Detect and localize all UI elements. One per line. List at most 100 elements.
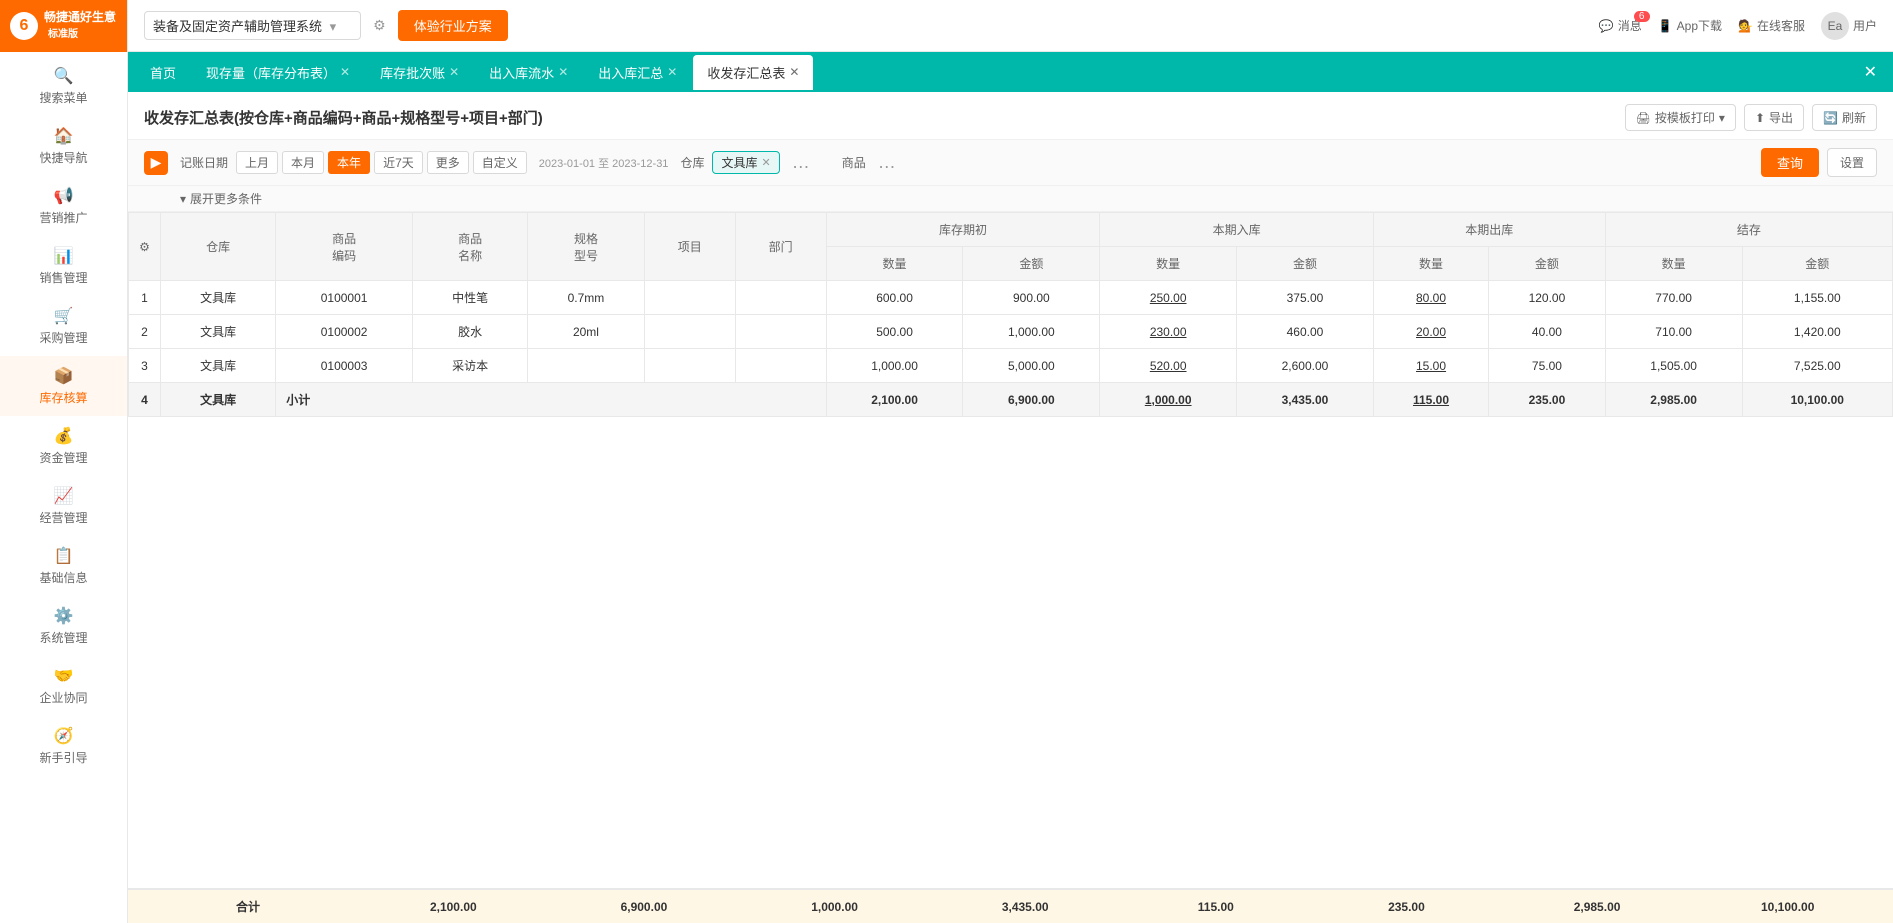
subtotal-in-amt: 3,435.00 — [1237, 383, 1374, 417]
tab-home-label: 首页 — [150, 63, 176, 82]
sidebar-item-label: 搜索菜单 — [39, 89, 87, 106]
tab-batch[interactable]: 库存批次账 ✕ — [366, 55, 473, 90]
try-btn[interactable]: 体验行业方案 — [398, 10, 508, 41]
avatar: Ea — [1821, 12, 1849, 40]
row1-in-qty[interactable]: 250.00 — [1100, 281, 1237, 315]
query-btn[interactable]: 查询 — [1761, 148, 1819, 177]
sidebar-item-label: 销售管理 — [39, 269, 87, 286]
tab-inout-summary[interactable]: 出入库汇总 ✕ — [584, 55, 691, 90]
footer-cells: 2,100.00 6,900.00 1,000.00 3,435.00 115.… — [358, 900, 1883, 914]
date-btn-this-month[interactable]: 本月 — [282, 151, 324, 174]
print-btn[interactable]: 🖨 按模板打印 ▾ — [1625, 104, 1736, 131]
tab-inout-flow[interactable]: 出入库流水 ✕ — [475, 55, 582, 90]
row2-spec: 20ml — [528, 315, 645, 349]
sidebar-item-system[interactable]: ⚙️ 系统管理 — [0, 596, 127, 656]
logo-text: 畅捷通好生意 标准版 — [44, 9, 116, 44]
goods-more[interactable]: … — [874, 152, 900, 173]
subtotal-out-qty[interactable]: 115.00 — [1373, 383, 1488, 417]
row3-balance-amt: 7,525.00 — [1742, 349, 1892, 383]
th-balance: 结存 — [1605, 213, 1892, 247]
message-btn[interactable]: 💬 消息 6 — [1599, 17, 1642, 34]
marketing-icon: 📢 — [54, 186, 74, 206]
refresh-btn[interactable]: 🔄 刷新 — [1812, 104, 1877, 131]
sidebar-item-finance[interactable]: 💰 资金管理 — [0, 416, 127, 476]
system-name: 装备及固定资产辅助管理系统 — [153, 19, 322, 34]
row1-out-qty[interactable]: 80.00 — [1373, 281, 1488, 315]
subtotal-label: 小计 — [276, 383, 826, 417]
tab-close-receive-summary[interactable]: ✕ — [789, 65, 799, 79]
row1-in-amt: 375.00 — [1237, 281, 1374, 315]
row1-opening-amt: 900.00 — [963, 281, 1100, 315]
th-out-amt: 金额 — [1489, 247, 1606, 281]
page-title: 收发存汇总表(按仓库+商品编码+商品+规格型号+项目+部门) — [144, 107, 543, 128]
date-btn-7days[interactable]: 近7天 — [374, 151, 423, 174]
sidebar-item-quicknav[interactable]: 🏠 快捷导航 — [0, 116, 127, 176]
th-settings[interactable]: ⚙ — [129, 213, 161, 281]
subtotal-row: 4 文具库 小计 2,100.00 6,900.00 1,000.00 3,43… — [129, 383, 1893, 417]
table-header-group: ⚙ 仓库 商品编码 商品名称 规格型号 项目 部门 库存期初 本期入库 本期出库… — [129, 213, 1893, 247]
chevron-down-icon: ▾ — [1719, 111, 1725, 125]
tab-bar-close[interactable]: ✕ — [1856, 62, 1885, 82]
table-row: 3 文具库 0100003 采访本 1,000.00 5,000.00 520.… — [129, 349, 1893, 383]
row2-opening-amt: 1,000.00 — [963, 315, 1100, 349]
subtotal-in-qty[interactable]: 1,000.00 — [1100, 383, 1237, 417]
tab-close-batch[interactable]: ✕ — [449, 65, 459, 79]
sidebar-item-inventory[interactable]: 📦 库存核算 — [0, 356, 127, 416]
row3-warehouse: 文具库 — [161, 349, 276, 383]
warehouse-more[interactable]: … — [788, 152, 814, 173]
guide-icon: 🧭 — [54, 726, 74, 746]
row3-balance-qty: 1,505.00 — [1605, 349, 1742, 383]
row1-project — [644, 281, 735, 315]
tab-close-inout-summary[interactable]: ✕ — [667, 65, 677, 79]
date-btn-more[interactable]: 更多 — [427, 151, 469, 174]
subtotal-balance-qty: 2,985.00 — [1605, 383, 1742, 417]
row3-dept — [735, 349, 826, 383]
sidebar-item-basicinfo[interactable]: 📋 基础信息 — [0, 536, 127, 596]
filter-collapse-btn[interactable]: ▶ — [144, 151, 168, 175]
expand-btn[interactable]: ▾ 展开更多条件 — [180, 190, 262, 207]
th-goods-code: 商品编码 — [276, 213, 413, 281]
user-btn[interactable]: Ea 用户 — [1821, 12, 1877, 40]
tab-receive-summary[interactable]: 收发存汇总表 ✕ — [693, 55, 813, 90]
set-btn[interactable]: 设置 — [1827, 148, 1877, 177]
table-row: 1 文具库 0100001 中性笔 0.7mm 600.00 900.00 25… — [129, 281, 1893, 315]
export-btn[interactable]: ⬆ 导出 — [1744, 104, 1804, 131]
date-btn-this-year[interactable]: 本年 — [328, 151, 370, 174]
print-icon: 🖨 — [1636, 111, 1651, 125]
sales-icon: 📊 — [54, 246, 74, 266]
row2-in-qty[interactable]: 230.00 — [1100, 315, 1237, 349]
tab-close-inout-flow[interactable]: ✕ — [558, 65, 568, 79]
row3-out-qty[interactable]: 15.00 — [1373, 349, 1488, 383]
online-service-btn[interactable]: 💁 在线客服 — [1738, 17, 1805, 34]
date-btn-custom[interactable]: 自定义 — [473, 151, 527, 174]
footer-opening-qty: 2,100.00 — [358, 900, 549, 914]
sidebar-item-guide[interactable]: 🧭 新手引导 — [0, 716, 127, 776]
tab-home[interactable]: 首页 — [136, 55, 190, 90]
row1-name: 中性笔 — [413, 281, 528, 315]
sidebar-item-collab[interactable]: 🤝 企业协同 — [0, 656, 127, 716]
tab-close-stock-dist[interactable]: ✕ — [340, 65, 350, 79]
content-area: 收发存汇总表(按仓库+商品编码+商品+规格型号+项目+部门) 🖨 按模板打印 ▾… — [128, 92, 1893, 888]
app-download-btn[interactable]: 📱 App下载 — [1658, 17, 1722, 34]
sidebar-item-operations[interactable]: 📈 经营管理 — [0, 476, 127, 536]
system-select[interactable]: 装备及固定资产辅助管理系统 ▾ — [144, 11, 361, 40]
sidebar-item-sales[interactable]: 📊 销售管理 — [0, 236, 127, 296]
warehouse-tag-remove[interactable]: ✕ — [761, 156, 770, 169]
system-icon: ⚙️ — [54, 606, 74, 626]
sidebar-item-marketing[interactable]: 📢 营销推广 — [0, 176, 127, 236]
sidebar-logo: 6 畅捷通好生意 标准版 — [0, 0, 127, 52]
row2-out-qty[interactable]: 20.00 — [1373, 315, 1488, 349]
filter-date-group: 记账日期 上月 本月 本年 近7天 更多 自定义 2023-01-01 至 20… — [180, 151, 668, 174]
sidebar-item-purchase[interactable]: 🛒 采购管理 — [0, 296, 127, 356]
settings-btn[interactable]: ⚙ — [373, 17, 386, 34]
date-btn-prev-month[interactable]: 上月 — [236, 151, 278, 174]
sidebar-item-search[interactable]: 🔍 搜索菜单 — [0, 56, 127, 116]
subtotal-seq: 4 — [129, 383, 161, 417]
tab-stock-dist[interactable]: 现存量（库存分布表） ✕ — [192, 55, 364, 90]
sidebar-item-label: 企业协同 — [39, 689, 87, 706]
export-icon: ⬆ — [1755, 111, 1765, 125]
subtotal-warehouse: 文具库 — [161, 383, 276, 417]
row1-seq: 1 — [129, 281, 161, 315]
row3-in-qty[interactable]: 520.00 — [1100, 349, 1237, 383]
expand-icon: ▾ — [180, 192, 186, 206]
